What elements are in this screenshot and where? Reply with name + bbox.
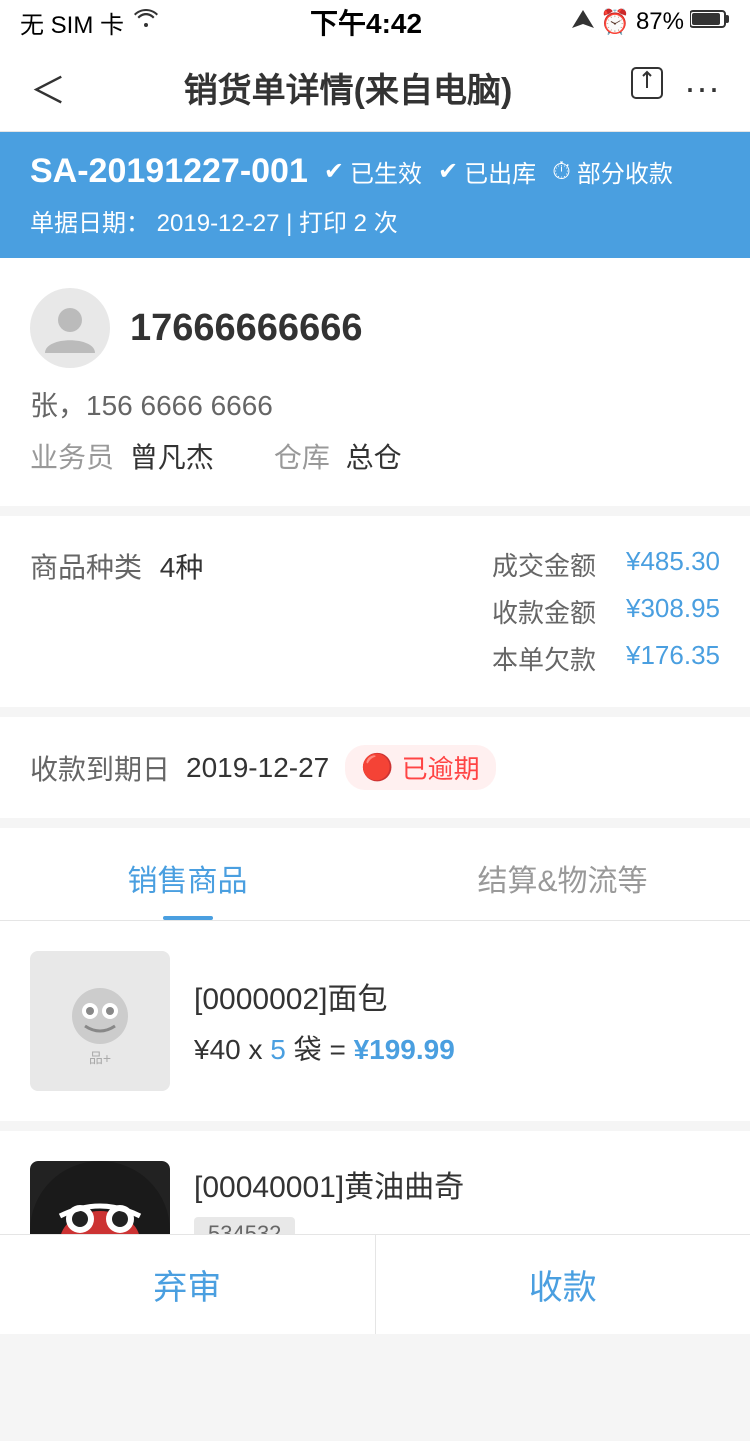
status-badge-2: ✔ 已出库 (438, 154, 536, 189)
overdue-icon: 🔴 (361, 752, 393, 783)
order-id-row: SA-20191227-001 ✔ 已生效 ✔ 已出库 ⏱ 部分收款 (30, 152, 720, 191)
customer-name: 张，156 6666 6666 (30, 384, 720, 424)
bottom-bar: 弃审 收款 (0, 1234, 750, 1334)
more-icon[interactable]: ··· (684, 67, 720, 109)
back-button[interactable]: ＜ (30, 62, 66, 114)
battery-icon (690, 8, 730, 36)
reject-button[interactable]: 弃审 (0, 1235, 376, 1334)
status-time: 下午4:42 (310, 2, 422, 42)
clock-icon: ⏱ (552, 158, 571, 186)
order-id: SA-20191227-001 (30, 152, 308, 191)
tabs-section: 销售商品 结算&物流等 (0, 828, 750, 921)
list-item: 品+ [0000002]面包 ¥40 x 5 袋 = ¥199.99 (0, 921, 750, 1121)
status-left: 无 SIM 卡 (20, 5, 160, 40)
carrier-label: 无 SIM 卡 (20, 5, 124, 40)
battery-text: 87% (636, 8, 684, 36)
customer-phone: 17666666666 (130, 307, 362, 350)
order-header: SA-20191227-001 ✔ 已生效 ✔ 已出库 ⏱ 部分收款 单据日期：… (0, 132, 750, 258)
customer-row: 17666666666 (30, 288, 720, 368)
collect-button[interactable]: 收款 (376, 1235, 750, 1334)
product-name-2: [00040001]黄油曲奇 (194, 1162, 720, 1206)
stats-left: 商品种类 4种 (30, 546, 203, 586)
bottom-spacer (0, 1341, 750, 1441)
stats-right: 成交金额 ¥485.30 收款金额 ¥308.95 本单欠款 ¥176.35 (492, 546, 720, 677)
check-icon-2: ✔ (438, 157, 458, 186)
share-icon[interactable] (630, 66, 664, 109)
overdue-badge: 🔴 已逾期 (345, 745, 495, 790)
nav-right[interactable]: ··· (630, 66, 720, 109)
customer-section: 17666666666 张，156 6666 6666 业务员 曾凡杰 仓库 总… (0, 258, 750, 506)
warehouse: 仓库 总仓 (274, 436, 402, 476)
product-type-row: 商品种类 4种 (30, 546, 203, 586)
received-amount-row: 收款金额 ¥308.95 (492, 593, 720, 630)
check-icon-1: ✔ (324, 157, 344, 186)
avatar (30, 288, 110, 368)
product-price-1: ¥40 x 5 袋 = ¥199.99 (194, 1028, 720, 1068)
wifi-icon (132, 8, 160, 36)
nav-left[interactable]: ＜ (30, 62, 66, 114)
order-date: 单据日期： 2019-12-27 | 打印 2 次 (30, 203, 720, 238)
nav-bar: ＜ 销货单详情(来自电脑) ··· (0, 44, 750, 132)
alarm-icon: ⏰ (600, 8, 630, 37)
tab-products[interactable]: 销售商品 (0, 828, 375, 920)
page-title: 销货单详情(来自电脑) (184, 63, 513, 112)
status-badge-1: ✔ 已生效 (324, 154, 422, 189)
stats-section: 商品种类 4种 成交金额 ¥485.30 收款金额 ¥308.95 本单欠款 ¥… (0, 516, 750, 707)
product-thumbnail-1: 品+ (30, 951, 170, 1091)
overdue-text: 已逾期 (402, 749, 480, 786)
customer-meta: 业务员 曾凡杰 仓库 总仓 (30, 436, 720, 476)
product-info-1: [0000002]面包 ¥40 x 5 袋 = ¥199.99 (194, 974, 720, 1068)
due-date-section: 收款到期日 2019-12-27 🔴 已逾期 (0, 717, 750, 818)
status-bar: 无 SIM 卡 下午4:42 ⏰ 87% (0, 0, 750, 44)
tab-settlement[interactable]: 结算&物流等 (375, 828, 750, 920)
sales-person: 业务员 曾凡杰 (30, 436, 214, 476)
status-right: ⏰ 87% (572, 8, 730, 37)
status-badge-3: ⏱ 部分收款 (552, 154, 673, 189)
debt-amount-row: 本单欠款 ¥176.35 (492, 640, 720, 677)
deal-amount-row: 成交金额 ¥485.30 (492, 546, 720, 583)
location-icon (572, 8, 594, 37)
product-name-1: [0000002]面包 (194, 974, 720, 1018)
svg-text:品+: 品+ (89, 1050, 111, 1066)
